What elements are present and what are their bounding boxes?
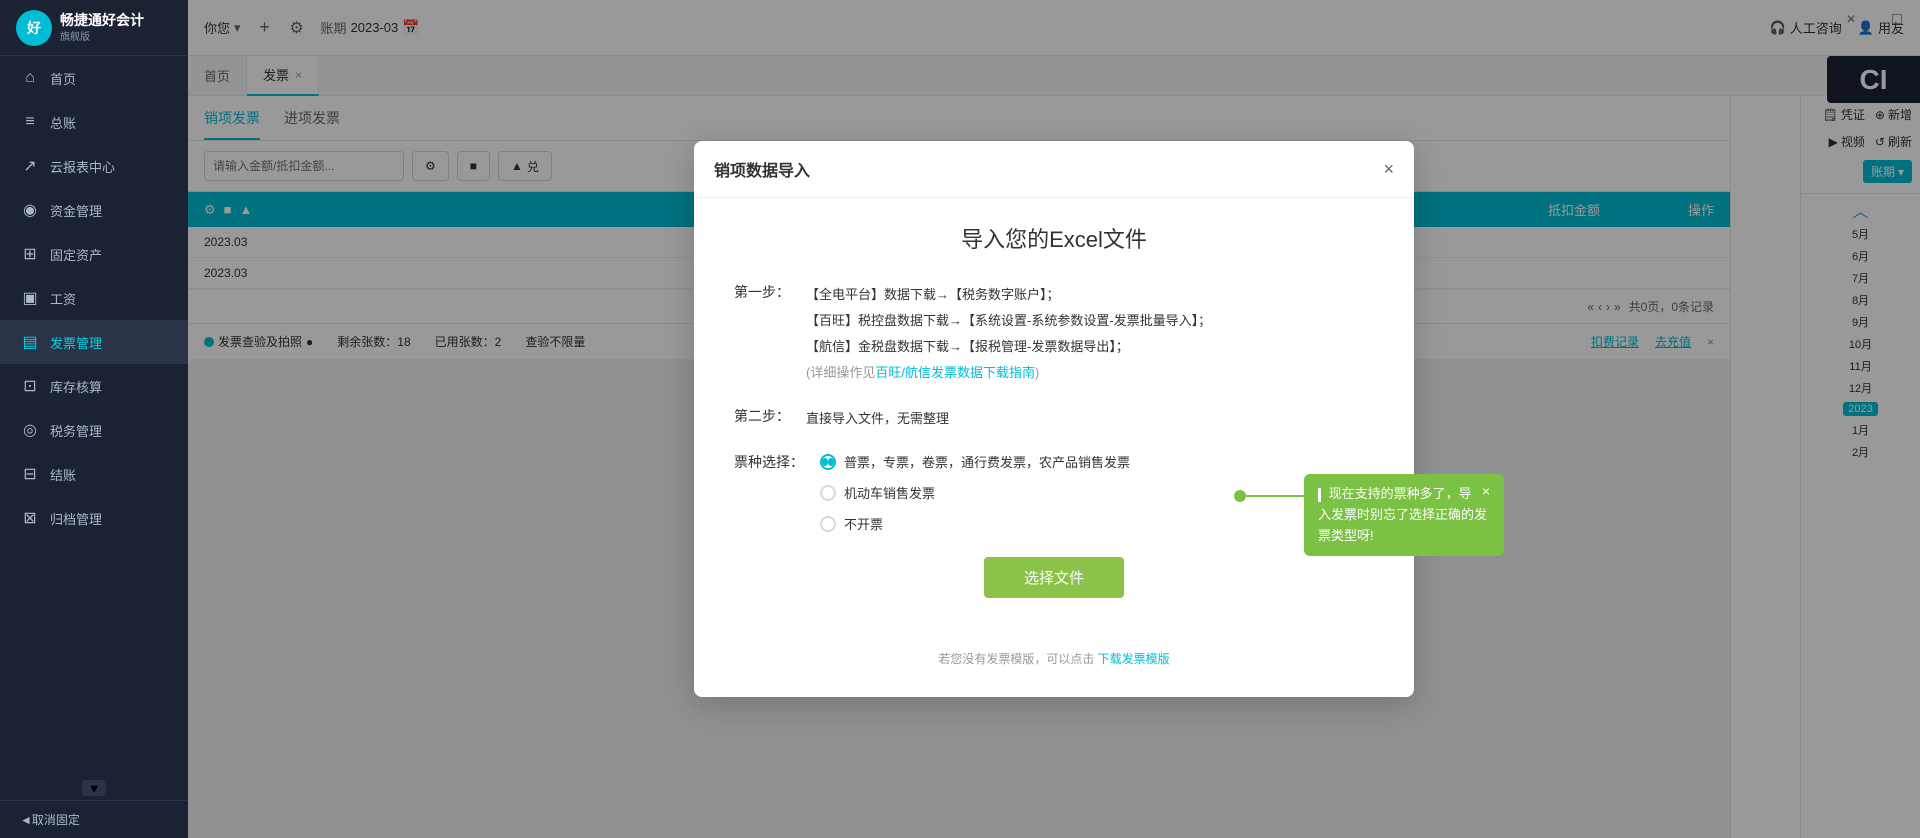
tooltip-close-btn[interactable]: ×: [1482, 484, 1490, 498]
assets-label: 固定资产: [50, 245, 102, 264]
cloud-label: 云报表中心: [50, 157, 115, 176]
select-file-container: 选择文件: [734, 557, 1374, 598]
step-1-line-1: 【全电平台】数据下载→【税务数字账户】；: [806, 282, 1374, 308]
step-1-row: 第一步： 【全电平台】数据下载→【税务数字账户】； 【百旺】税控盘数据下载→【系…: [734, 282, 1374, 386]
step-1: 第一步： 【全电平台】数据下载→【税务数字账户】； 【百旺】税控盘数据下载→【系…: [734, 282, 1374, 386]
main-area: × □ 你您 ▾ + ⚙ 账期 2023-03 📅: [188, 0, 1920, 838]
step-1-label: 第一步：: [734, 282, 790, 302]
sidebar-scroll-down: ▼: [0, 776, 188, 800]
tax-label: 税务管理: [50, 421, 102, 440]
settle-icon: ⊟: [20, 464, 40, 484]
assets-icon: ⊞: [20, 244, 40, 264]
archive-label: 归档管理: [50, 509, 102, 528]
step-2-text: 直接导入文件，无需整理: [806, 406, 1374, 432]
step-1-line-2: 【百旺】税控盘数据下载→【系统设置-系统参数设置-发票批量导入】；: [806, 308, 1374, 334]
radio-general-label: 普票，专票，卷票，通行费发票，农产品销售发票: [844, 452, 1130, 471]
sidebar-item-ledger[interactable]: ≡ 总账: [0, 100, 188, 144]
radio-motor[interactable]: 机动车销售发票: [820, 483, 1130, 502]
step-1-line-3: 【航信】金税盘数据下载→【报税管理-发票数据导出】；: [806, 334, 1374, 360]
download-template-link[interactable]: 下载发票模版: [1098, 652, 1170, 666]
ledger-icon: ≡: [20, 112, 40, 132]
radio-none-circle: [820, 516, 836, 532]
radio-group: 普票，专票，卷票，通行费发票，农产品销售发票 机动车销售发票 不开票: [820, 452, 1130, 533]
ticket-label: 票种选择：: [734, 452, 804, 472]
footer-text: 若您没有发票模版，可以点击: [938, 652, 1094, 666]
sidebar-item-invoice[interactable]: ▤ 发票管理: [0, 320, 188, 364]
archive-icon: ⊠: [20, 508, 40, 528]
radio-motor-circle: [820, 485, 836, 501]
scroll-down-arrow[interactable]: ▼: [82, 780, 106, 796]
sidebar-item-assets[interactable]: ⊞ 固定资产: [0, 232, 188, 276]
modal-footer: 若您没有发票模版，可以点击 下载发票模版: [694, 650, 1414, 667]
modal-close-btn[interactable]: ×: [1383, 160, 1394, 178]
radio-motor-label: 机动车销售发票: [844, 483, 935, 502]
tooltip-bubble: × 现在支持的票种多了，导入发票时别忘了选择正确的发票类型呀!: [1304, 474, 1504, 556]
radio-general[interactable]: 普票，专票，卷票，通行费发票，农产品销售发票: [820, 452, 1130, 471]
logo-text-container: 畅捷通好会计 旗舰版: [60, 12, 144, 44]
step-2: 第二步： 直接导入文件，无需整理: [734, 406, 1374, 432]
tooltip-text: 现在支持的票种多了，导入发票时别忘了选择正确的发票类型呀!: [1318, 486, 1487, 543]
salary-label: 工资: [50, 289, 76, 308]
home-icon: ⌂: [20, 68, 40, 88]
modal: 销项数据导入 × 导入您的Excel文件 第一步： 【全电平台】数据下载→【税务…: [694, 141, 1414, 697]
modal-body: 导入您的Excel文件 第一步： 【全电平台】数据下载→【税务数字账户】； 【百…: [694, 198, 1414, 642]
sidebar-unpin[interactable]: ◄取消固定: [0, 800, 188, 838]
sidebar-bottom-label: ◄取消固定: [20, 811, 80, 828]
settle-label: 结账: [50, 465, 76, 484]
step-1-content: 【全电平台】数据下载→【税务数字账户】； 【百旺】税控盘数据下载→【系统设置-系…: [806, 282, 1374, 386]
modal-main-title: 导入您的Excel文件: [734, 222, 1374, 254]
sidebar-item-stock[interactable]: ⊡ 库存核算: [0, 364, 188, 408]
stock-icon: ⊡: [20, 376, 40, 396]
home-label: 首页: [50, 69, 76, 88]
logo-text: 畅捷通好会计: [60, 12, 144, 29]
download-guide-link[interactable]: 百旺/航信发票数据下载指南: [875, 365, 1035, 380]
sidebar: 好 畅捷通好会计 旗舰版 ⌂ 首页 ≡ 总账 ↗ 云报表中心 ◉ 资金管理 ⊞ …: [0, 0, 188, 838]
tooltip-line: [1246, 495, 1306, 497]
salary-icon: ▣: [20, 288, 40, 308]
radio-general-circle: [820, 454, 836, 470]
sidebar-scroll: ⌂ 首页 ≡ 总账 ↗ 云报表中心 ◉ 资金管理 ⊞ 固定资产 ▣ 工资 ▤ 发…: [0, 56, 188, 776]
tooltip-dot: [1234, 490, 1246, 502]
modal-title: 销项数据导入: [714, 157, 810, 181]
sidebar-item-settle[interactable]: ⊟ 结账: [0, 452, 188, 496]
sidebar-item-tax[interactable]: ◎ 税务管理: [0, 408, 188, 452]
step-2-label: 第二步：: [734, 406, 790, 426]
funds-icon: ◉: [20, 200, 40, 220]
invoice-icon: ▤: [20, 332, 40, 352]
logo-icon: 好: [16, 10, 52, 46]
tax-icon: ◎: [20, 420, 40, 440]
sidebar-item-funds[interactable]: ◉ 资金管理: [0, 188, 188, 232]
step-1-link: (详细操作见百旺/航信发票数据下载指南): [806, 360, 1374, 386]
sidebar-item-archive[interactable]: ⊠ 归档管理: [0, 496, 188, 540]
cloud-icon: ↗: [20, 156, 40, 176]
modal-header: 销项数据导入 ×: [694, 141, 1414, 198]
logo-sub: 旗舰版: [60, 28, 144, 43]
sidebar-item-cloud[interactable]: ↗ 云报表中心: [0, 144, 188, 188]
sidebar-item-salary[interactable]: ▣ 工资: [0, 276, 188, 320]
invoice-label: 发票管理: [50, 333, 102, 352]
sidebar-item-home[interactable]: ⌂ 首页: [0, 56, 188, 100]
ticket-select: 票种选择： 普票，专票，卷票，通行费发票，农产品销售发票: [734, 452, 1374, 533]
stock-label: 库存核算: [50, 377, 102, 396]
step-2-row: 第二步： 直接导入文件，无需整理: [734, 406, 1374, 432]
funds-label: 资金管理: [50, 201, 102, 220]
radio-none[interactable]: 不开票: [820, 514, 1130, 533]
tooltip-bar: [1318, 488, 1321, 502]
ledger-label: 总账: [50, 113, 76, 132]
ticket-row: 票种选择： 普票，专票，卷票，通行费发票，农产品销售发票: [734, 452, 1374, 533]
sidebar-logo: 好 畅捷通好会计 旗舰版: [0, 0, 188, 56]
radio-none-label: 不开票: [844, 514, 883, 533]
select-file-btn[interactable]: 选择文件: [984, 557, 1124, 598]
